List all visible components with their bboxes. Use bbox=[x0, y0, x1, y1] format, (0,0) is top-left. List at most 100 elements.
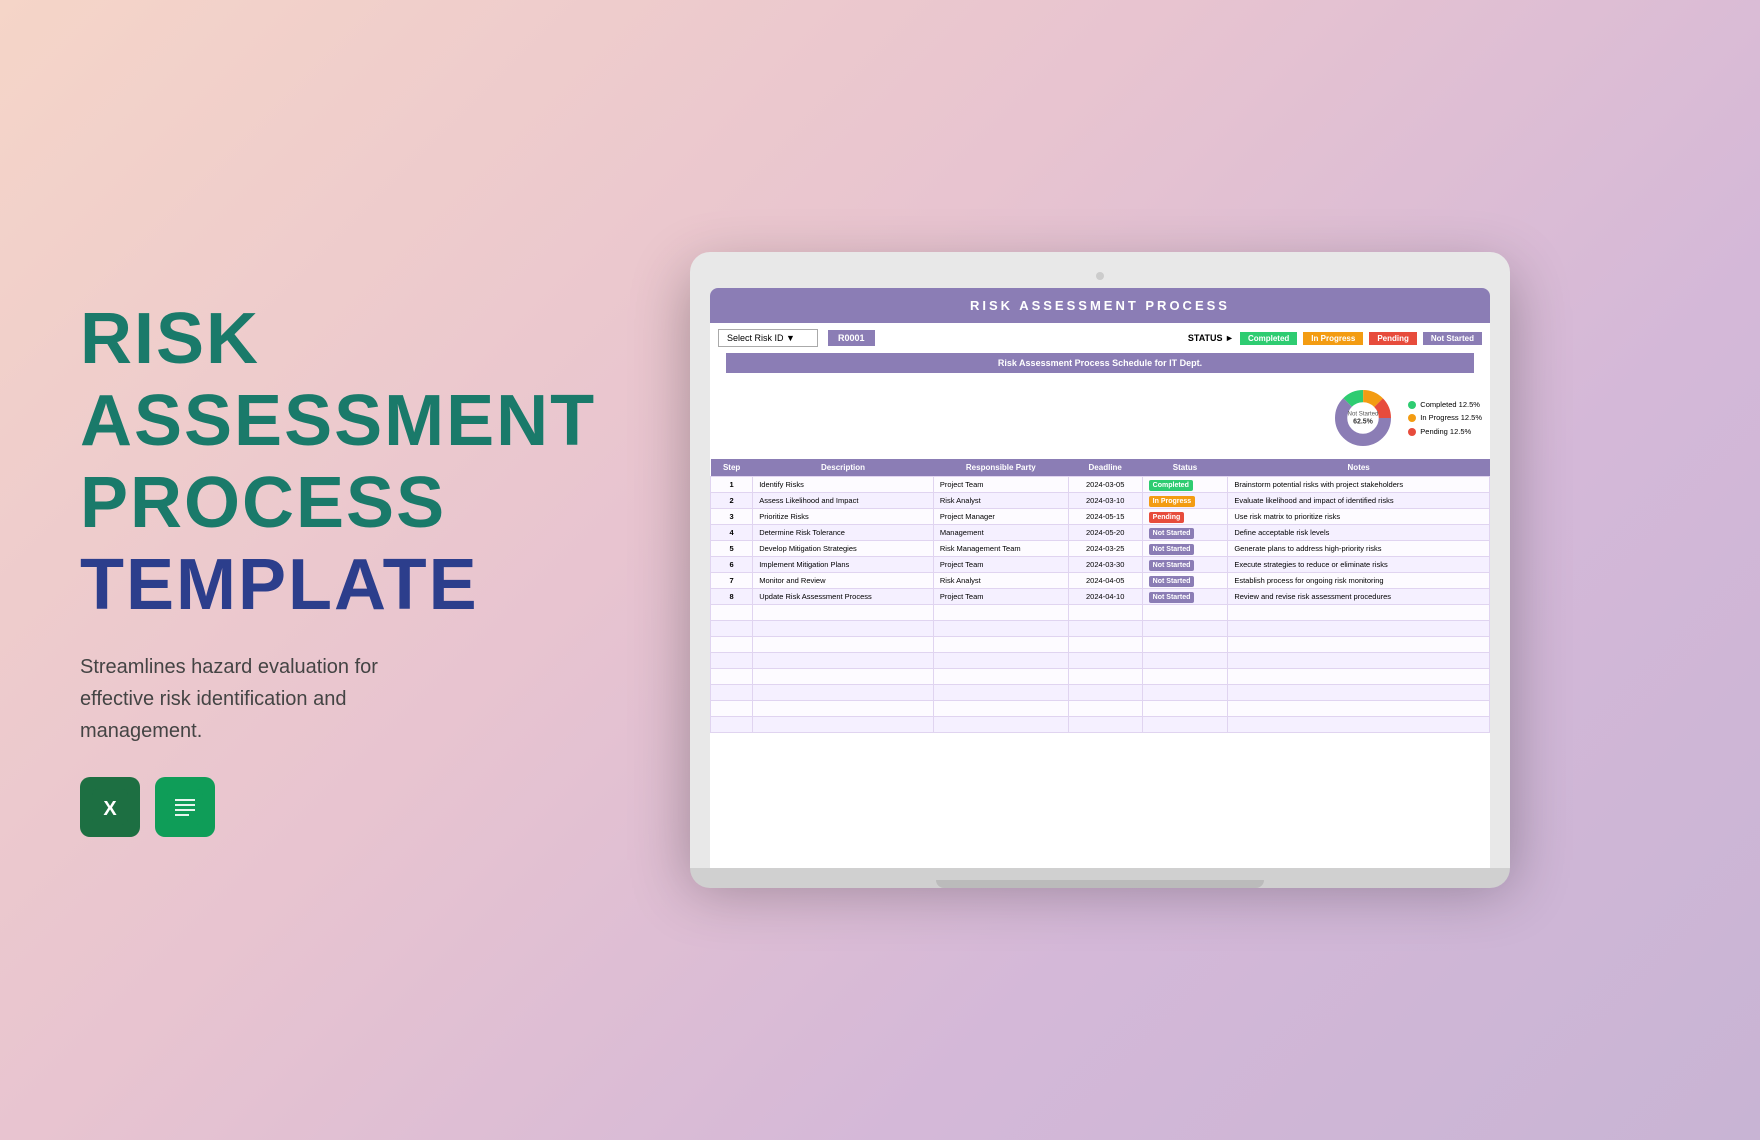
svg-text:Not Started: Not Started bbox=[1348, 410, 1379, 417]
dept-title: Risk Assessment Process Schedule for IT … bbox=[726, 353, 1474, 373]
description-text: Streamlines hazard evaluation for effect… bbox=[80, 651, 420, 747]
cell-step: 6 bbox=[711, 557, 753, 573]
title-line1: RISK bbox=[80, 303, 420, 375]
sheets-icon bbox=[155, 777, 215, 837]
cell-step: 4 bbox=[711, 525, 753, 541]
control-row: Select Risk ID ▼ R0001 STATUS ► Complete… bbox=[710, 323, 1490, 353]
cell-status: Pending bbox=[1142, 509, 1228, 525]
risk-id-value: R0001 bbox=[828, 330, 875, 346]
chart-area: Not Started 62.5% Completed 12.5% In Pro… bbox=[710, 377, 1490, 459]
laptop-screen: RISK ASSESSMENT PROCESS Select Risk ID ▼… bbox=[710, 288, 1490, 868]
status-badge: Pending bbox=[1149, 512, 1185, 523]
col-notes: Notes bbox=[1228, 459, 1490, 477]
cell-description: Update Risk Assessment Process bbox=[753, 589, 934, 605]
laptop-container: RISK ASSESSMENT PROCESS Select Risk ID ▼… bbox=[480, 232, 1760, 908]
cell-deadline: 2024-03-10 bbox=[1068, 493, 1142, 509]
select-risk-dropdown[interactable]: Select Risk ID ▼ bbox=[718, 329, 818, 347]
table-row: 8 Update Risk Assessment Process Project… bbox=[711, 589, 1490, 605]
status-badge: Not Started bbox=[1149, 576, 1195, 587]
col-status: Status bbox=[1142, 459, 1228, 477]
excel-icon: X bbox=[80, 777, 140, 837]
status-section: STATUS ► Completed In Progress Pending N… bbox=[1188, 332, 1482, 345]
cell-responsible: Project Team bbox=[933, 589, 1068, 605]
cell-description: Determine Risk Tolerance bbox=[753, 525, 934, 541]
data-table: Step Description Responsible Party Deadl… bbox=[710, 459, 1490, 733]
table-row-empty bbox=[711, 653, 1490, 669]
table-row: 5 Develop Mitigation Strategies Risk Man… bbox=[711, 541, 1490, 557]
cell-responsible: Management bbox=[933, 525, 1068, 541]
cell-description: Develop Mitigation Strategies bbox=[753, 541, 934, 557]
cell-step: 2 bbox=[711, 493, 753, 509]
sheet-title: RISK ASSESSMENT PROCESS bbox=[710, 288, 1490, 323]
cell-notes: Execute strategies to reduce or eliminat… bbox=[1228, 557, 1490, 573]
table-row: 3 Prioritize Risks Project Manager 2024-… bbox=[711, 509, 1490, 525]
cell-status: In Progress bbox=[1142, 493, 1228, 509]
cell-step: 5 bbox=[711, 541, 753, 557]
cell-step: 7 bbox=[711, 573, 753, 589]
cell-deadline: 2024-03-05 bbox=[1068, 477, 1142, 493]
svg-text:X: X bbox=[103, 798, 117, 820]
cell-status: Not Started bbox=[1142, 525, 1228, 541]
svg-text:62.5%: 62.5% bbox=[1353, 418, 1374, 425]
laptop-base bbox=[690, 868, 1510, 888]
status-badge: Not Started bbox=[1149, 544, 1195, 555]
table-row-empty bbox=[711, 701, 1490, 717]
col-deadline: Deadline bbox=[1068, 459, 1142, 477]
cell-description: Implement Mitigation Plans bbox=[753, 557, 934, 573]
cell-responsible: Risk Analyst bbox=[933, 573, 1068, 589]
cell-responsible: Project Team bbox=[933, 477, 1068, 493]
cell-status: Completed bbox=[1142, 477, 1228, 493]
cell-responsible: Project Team bbox=[933, 557, 1068, 573]
table-row-empty bbox=[711, 685, 1490, 701]
cell-deadline: 2024-03-25 bbox=[1068, 541, 1142, 557]
cell-description: Monitor and Review bbox=[753, 573, 934, 589]
title-line3: PROCESS bbox=[80, 467, 420, 539]
cell-step: 1 bbox=[711, 477, 753, 493]
cell-deadline: 2024-05-20 bbox=[1068, 525, 1142, 541]
col-step: Step bbox=[711, 459, 753, 477]
table-row-empty bbox=[711, 605, 1490, 621]
status-pending-badge: Pending bbox=[1369, 332, 1417, 345]
status-notstarted-badge: Not Started bbox=[1423, 332, 1482, 345]
table-row: 7 Monitor and Review Risk Analyst 2024-0… bbox=[711, 573, 1490, 589]
table-row-empty bbox=[711, 717, 1490, 733]
chart-legend: Completed 12.5% In Progress 12.5% Pendin… bbox=[1408, 398, 1482, 439]
table-row: 1 Identify Risks Project Team 2024-03-05… bbox=[711, 477, 1490, 493]
cell-responsible: Project Manager bbox=[933, 509, 1068, 525]
cell-notes: Define acceptable risk levels bbox=[1228, 525, 1490, 541]
status-badge: Not Started bbox=[1149, 528, 1195, 539]
left-panel: RISK ASSESSMENT PROCESS TEMPLATE Streaml… bbox=[0, 243, 480, 897]
status-inprogress-badge: In Progress bbox=[1303, 332, 1363, 345]
status-badge: In Progress bbox=[1149, 496, 1196, 507]
status-badge: Completed bbox=[1149, 480, 1193, 491]
status-badge: Not Started bbox=[1149, 560, 1195, 571]
status-completed-badge: Completed bbox=[1240, 332, 1297, 345]
table-row: 2 Assess Likelihood and Impact Risk Anal… bbox=[711, 493, 1490, 509]
cell-step: 8 bbox=[711, 589, 753, 605]
laptop-camera bbox=[1096, 272, 1104, 280]
cell-status: Not Started bbox=[1142, 557, 1228, 573]
table-header-row: Step Description Responsible Party Deadl… bbox=[711, 459, 1490, 477]
cell-deadline: 2024-04-05 bbox=[1068, 573, 1142, 589]
table-row-empty bbox=[711, 621, 1490, 637]
table-row-empty bbox=[711, 637, 1490, 653]
app-icons-row: X bbox=[80, 777, 420, 837]
table-row-empty bbox=[711, 669, 1490, 685]
spreadsheet: RISK ASSESSMENT PROCESS Select Risk ID ▼… bbox=[710, 288, 1490, 733]
table-row: 4 Determine Risk Tolerance Management 20… bbox=[711, 525, 1490, 541]
cell-notes: Establish process for ongoing risk monit… bbox=[1228, 573, 1490, 589]
data-table-container: Step Description Responsible Party Deadl… bbox=[710, 459, 1490, 733]
title-line2: ASSESSMENT bbox=[80, 385, 420, 457]
cell-notes: Brainstorm potential risks with project … bbox=[1228, 477, 1490, 493]
title-line4: TEMPLATE bbox=[80, 549, 420, 621]
cell-notes: Use risk matrix to prioritize risks bbox=[1228, 509, 1490, 525]
cell-status: Not Started bbox=[1142, 541, 1228, 557]
cell-status: Not Started bbox=[1142, 589, 1228, 605]
cell-responsible: Risk Management Team bbox=[933, 541, 1068, 557]
cell-description: Prioritize Risks bbox=[753, 509, 934, 525]
table-row: 6 Implement Mitigation Plans Project Tea… bbox=[711, 557, 1490, 573]
cell-description: Identify Risks bbox=[753, 477, 934, 493]
cell-deadline: 2024-05-15 bbox=[1068, 509, 1142, 525]
cell-responsible: Risk Analyst bbox=[933, 493, 1068, 509]
cell-description: Assess Likelihood and Impact bbox=[753, 493, 934, 509]
